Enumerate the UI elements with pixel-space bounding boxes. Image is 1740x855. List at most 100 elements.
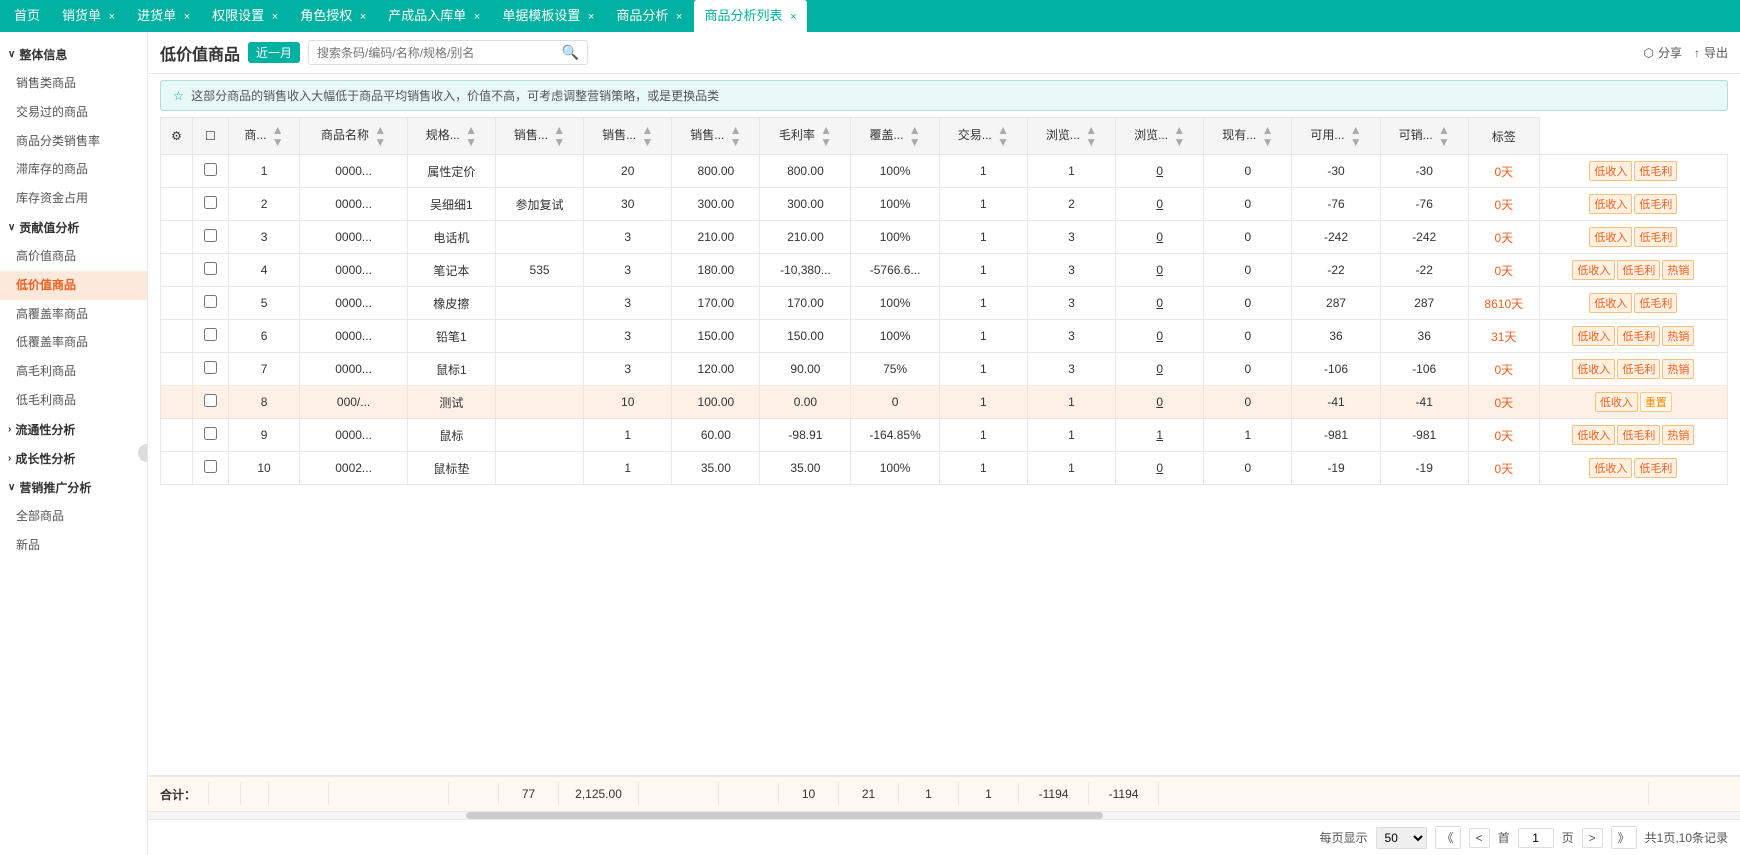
nav-home[interactable]: 首页 bbox=[4, 0, 50, 32]
search-icon[interactable]: 🔍 bbox=[562, 44, 579, 61]
th-browse2[interactable]: 浏览... ▲▼ bbox=[1116, 118, 1204, 155]
th-name[interactable]: 商品名称 ▲▼ bbox=[300, 118, 407, 155]
browse1-link[interactable]: 0 bbox=[1156, 164, 1163, 178]
nav-template[interactable]: 单据模板设置 × bbox=[492, 0, 604, 32]
th-code[interactable]: 商... ▲▼ bbox=[228, 118, 300, 155]
cell-qty: 3 bbox=[584, 287, 672, 320]
scroll-track[interactable] bbox=[148, 811, 1740, 819]
th-avail[interactable]: 可用... ▲▼ bbox=[1292, 118, 1380, 155]
cell-browse1[interactable]: 0 bbox=[1116, 386, 1204, 419]
sidebar-group-contribution[interactable]: ∨ 贡献值分析 bbox=[0, 213, 147, 242]
sidebar-collapse-btn[interactable]: 《 bbox=[138, 444, 148, 462]
browse1-link[interactable]: 0 bbox=[1156, 197, 1163, 211]
browse1-link[interactable]: 0 bbox=[1156, 329, 1163, 343]
browse1-link[interactable]: 0 bbox=[1156, 296, 1163, 310]
cell-browse1[interactable]: 0 bbox=[1116, 452, 1204, 485]
sidebar-group-overall[interactable]: ∨ 整体信息 bbox=[0, 40, 147, 69]
sidebar-item-high-value[interactable]: 高价值商品 bbox=[0, 242, 147, 271]
sidebar-item-traded-goods[interactable]: 交易过的商品 bbox=[0, 98, 147, 127]
share-icon: ⬡ bbox=[1643, 46, 1653, 60]
sidebar-item-new-goods[interactable]: 新品 bbox=[0, 531, 147, 560]
th-browse1[interactable]: 浏览... ▲▼ bbox=[1027, 118, 1115, 155]
cell-browse1[interactable]: 0 bbox=[1116, 221, 1204, 254]
th-sales2[interactable]: 销售... ▲▼ bbox=[672, 118, 760, 155]
close-product-analysis-list[interactable]: × bbox=[790, 11, 796, 23]
browse1-link[interactable]: 0 bbox=[1156, 230, 1163, 244]
cell-checkbox[interactable] bbox=[193, 221, 229, 254]
cell-checkbox[interactable] bbox=[193, 353, 229, 386]
page-input[interactable] bbox=[1518, 828, 1554, 848]
cell-checkbox[interactable] bbox=[193, 188, 229, 221]
sidebar-item-low-margin[interactable]: 低毛利商品 bbox=[0, 386, 147, 415]
scroll-thumb[interactable] bbox=[466, 812, 1103, 819]
per-page-select[interactable]: 50 100 200 bbox=[1376, 827, 1427, 849]
th-cover[interactable]: 覆盖... ▲▼ bbox=[851, 118, 939, 155]
search-box: 🔍 bbox=[308, 40, 588, 65]
th-settings[interactable]: ⚙ bbox=[161, 118, 193, 155]
cell-browse1[interactable]: 0 bbox=[1116, 155, 1204, 188]
table-container[interactable]: ⚙ ☐ 商... ▲▼ 商品名称 ▲▼ 规格... ▲▼ 销售... ▲▼ 销售… bbox=[160, 117, 1728, 775]
sidebar-item-slow-goods[interactable]: 滞库存的商品 bbox=[0, 155, 147, 184]
export-btn[interactable]: ↑ 导出 bbox=[1694, 44, 1728, 61]
nav-product-analysis[interactable]: 商品分析 × bbox=[606, 0, 692, 32]
sidebar-item-capital[interactable]: 库存资金占用 bbox=[0, 184, 147, 213]
prev-page-btn[interactable]: < bbox=[1469, 828, 1490, 848]
cell-checkbox[interactable] bbox=[193, 419, 229, 452]
sidebar-group-growth[interactable]: › 成长性分析 bbox=[0, 444, 147, 473]
nav-product-inbound[interactable]: 产成品入库单 × bbox=[378, 0, 490, 32]
close-sales-order[interactable]: × bbox=[109, 11, 115, 23]
sidebar-item-high-coverage[interactable]: 高覆盖率商品 bbox=[0, 300, 147, 329]
close-product-inbound[interactable]: × bbox=[474, 11, 480, 23]
nav-role-auth[interactable]: 角色授权 × bbox=[290, 0, 376, 32]
cell-browse1[interactable]: 0 bbox=[1116, 320, 1204, 353]
search-input[interactable] bbox=[317, 46, 562, 60]
cell-browse1[interactable]: 0 bbox=[1116, 254, 1204, 287]
close-product-analysis[interactable]: × bbox=[676, 11, 682, 23]
th-sellable[interactable]: 可销... ▲▼ bbox=[1380, 118, 1468, 155]
sidebar-group-circulation[interactable]: › 流通性分析 bbox=[0, 415, 147, 444]
tag-period-btn[interactable]: 近一月 bbox=[248, 42, 300, 63]
th-spec[interactable]: 规格... ▲▼ bbox=[407, 118, 495, 155]
th-checkbox[interactable]: ☐ bbox=[193, 118, 229, 155]
sidebar-item-low-value[interactable]: 低价值商品 bbox=[0, 271, 147, 300]
cell-checkbox[interactable] bbox=[193, 386, 229, 419]
sidebar-item-category-sales-rate[interactable]: 商品分类销售率 bbox=[0, 127, 147, 156]
browse1-link[interactable]: 0 bbox=[1156, 395, 1163, 409]
first-page-btn[interactable]: 《 bbox=[1435, 826, 1461, 849]
cell-checkbox[interactable] bbox=[193, 320, 229, 353]
browse1-link[interactable]: 0 bbox=[1156, 263, 1163, 277]
close-purchase-order[interactable]: × bbox=[184, 11, 190, 23]
close-template[interactable]: × bbox=[588, 11, 594, 23]
th-trade[interactable]: 交易... ▲▼ bbox=[939, 118, 1027, 155]
close-permission[interactable]: × bbox=[272, 11, 278, 23]
nav-purchase-order[interactable]: 进货单 × bbox=[127, 0, 200, 32]
cell-browse1[interactable]: 0 bbox=[1116, 188, 1204, 221]
sidebar-item-high-margin[interactable]: 高毛利商品 bbox=[0, 357, 147, 386]
last-page-btn[interactable]: 》 bbox=[1611, 826, 1637, 849]
th-qty[interactable]: 销售... ▲▼ bbox=[495, 118, 583, 155]
cell-checkbox[interactable] bbox=[193, 254, 229, 287]
sidebar-item-low-coverage[interactable]: 低覆盖率商品 bbox=[0, 328, 147, 357]
sidebar-group-marketing-label: 营销推广分析 bbox=[19, 479, 91, 496]
th-stock[interactable]: 现有... ▲▼ bbox=[1204, 118, 1292, 155]
browse1-link[interactable]: 0 bbox=[1156, 362, 1163, 376]
nav-permission[interactable]: 权限设置 × bbox=[202, 0, 288, 32]
cell-checkbox[interactable] bbox=[193, 452, 229, 485]
close-role-auth[interactable]: × bbox=[360, 11, 366, 23]
sidebar-group-marketing[interactable]: ∨ 营销推广分析 bbox=[0, 473, 147, 502]
cell-browse1[interactable]: 0 bbox=[1116, 353, 1204, 386]
sidebar-item-all-goods[interactable]: 全部商品 bbox=[0, 502, 147, 531]
browse1-link[interactable]: 1 bbox=[1156, 428, 1163, 442]
cell-browse1[interactable]: 1 bbox=[1116, 419, 1204, 452]
nav-sales-order[interactable]: 销货单 × bbox=[52, 0, 125, 32]
share-btn[interactable]: ⬡ 分享 bbox=[1643, 44, 1682, 61]
sidebar-item-sales-goods[interactable]: 销售类商品 bbox=[0, 69, 147, 98]
next-page-btn[interactable]: > bbox=[1582, 828, 1603, 848]
th-sales1[interactable]: 销售... ▲▼ bbox=[584, 118, 672, 155]
nav-product-analysis-list[interactable]: 商品分析列表 × bbox=[694, 0, 806, 32]
th-gross-rate[interactable]: 毛利率 ▲▼ bbox=[760, 118, 851, 155]
cell-checkbox[interactable] bbox=[193, 155, 229, 188]
cell-browse1[interactable]: 0 bbox=[1116, 287, 1204, 320]
cell-checkbox[interactable] bbox=[193, 287, 229, 320]
browse1-link[interactable]: 0 bbox=[1156, 461, 1163, 475]
